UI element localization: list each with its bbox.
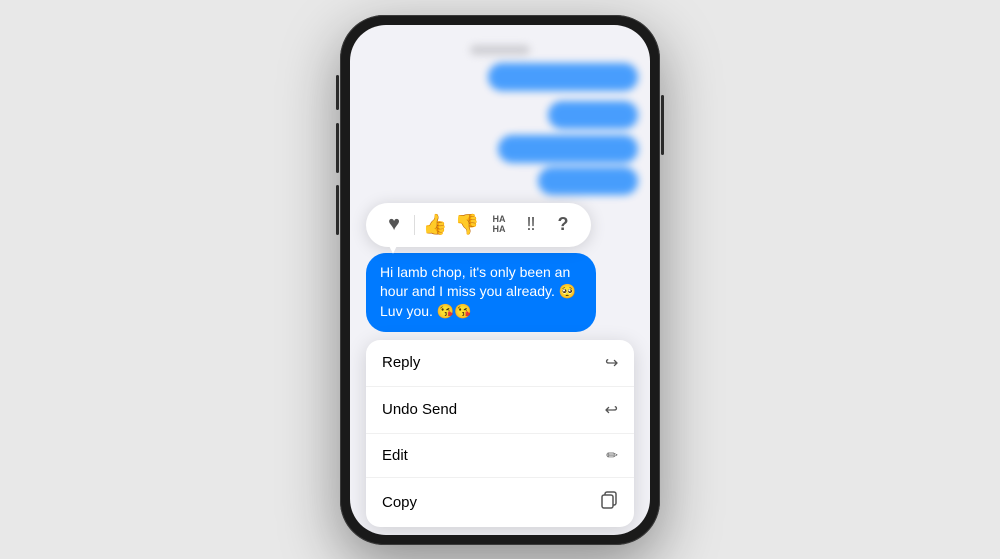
- active-message-area: ♥ 👍 👎 HAHA ‼ ? Hi lamb chop, it's only b…: [350, 203, 650, 535]
- volume-down-button[interactable]: [336, 185, 339, 235]
- haha-reaction[interactable]: HAHA: [485, 211, 513, 239]
- reply-icon: ↩: [605, 353, 618, 373]
- mute-button[interactable]: [336, 75, 339, 110]
- undo-send-menu-item[interactable]: Undo Send ↩: [366, 387, 634, 434]
- edit-menu-item[interactable]: Edit ✏: [366, 434, 634, 478]
- copy-menu-item[interactable]: Copy: [366, 478, 634, 527]
- context-menu: Reply ↩ Undo Send ↩ Edit ✏ Copy: [366, 340, 634, 527]
- undo-send-label: Undo Send: [382, 401, 457, 418]
- emphasis-reaction[interactable]: ‼: [517, 211, 545, 239]
- volume-up-button[interactable]: [336, 123, 339, 173]
- message-bubble: Hi lamb chop, it's only been an hour and…: [366, 253, 596, 332]
- reply-label: Reply: [382, 354, 420, 371]
- divider: [414, 215, 415, 235]
- heart-reaction[interactable]: ♥: [380, 211, 408, 239]
- reaction-bar: ♥ 👍 👎 HAHA ‼ ?: [366, 203, 591, 247]
- thumbsdown-reaction[interactable]: 👎: [453, 211, 481, 239]
- reply-menu-item[interactable]: Reply ↩: [366, 340, 634, 387]
- question-reaction[interactable]: ?: [549, 211, 577, 239]
- message-text: Hi lamb chop, it's only been an hour and…: [380, 264, 576, 319]
- thumbsup-reaction[interactable]: 👍: [421, 211, 449, 239]
- phone-screen: ♥ 👍 👎 HAHA ‼ ? Hi lamb chop, it's only b…: [350, 25, 650, 535]
- power-button[interactable]: [661, 95, 664, 155]
- undo-send-icon: ↩: [605, 400, 618, 420]
- phone-frame: ♥ 👍 👎 HAHA ‼ ? Hi lamb chop, it's only b…: [340, 15, 660, 545]
- blurred-messages: [350, 25, 650, 203]
- copy-label: Copy: [382, 494, 417, 511]
- edit-label: Edit: [382, 447, 408, 464]
- edit-icon: ✏: [606, 447, 618, 464]
- copy-icon: [600, 491, 618, 514]
